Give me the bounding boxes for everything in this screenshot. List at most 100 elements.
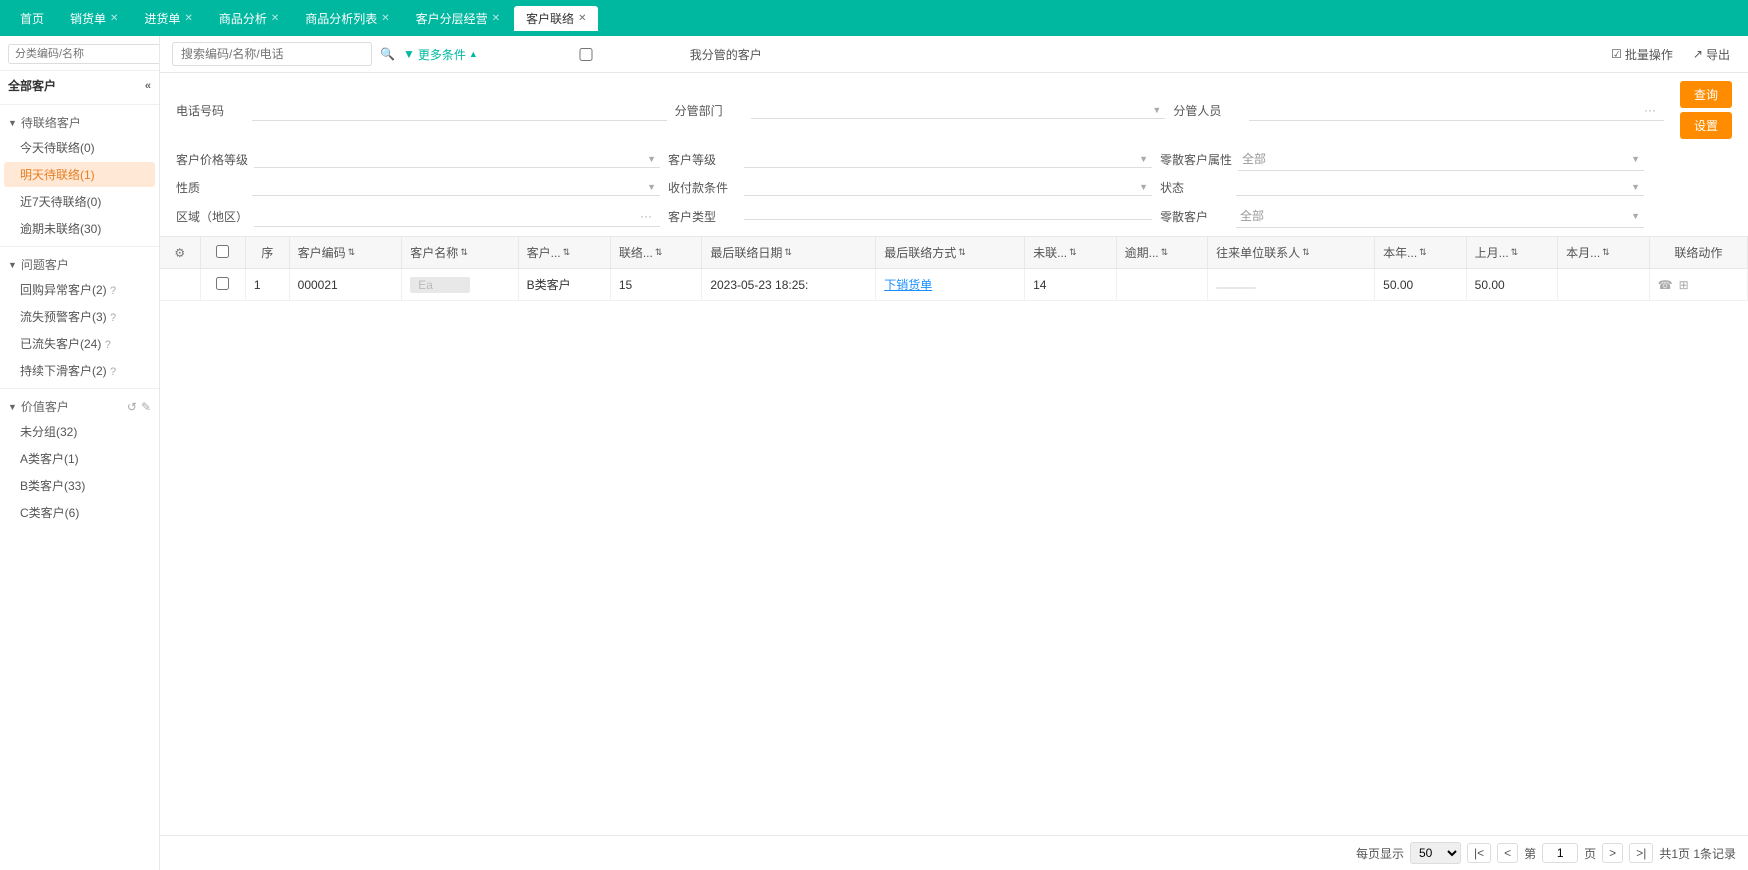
refresh-icon[interactable]: ↺ xyxy=(127,400,137,414)
settings-icon[interactable]: ⚙ xyxy=(174,246,185,260)
edit-icon[interactable]: ✎ xyxy=(141,400,151,414)
td-checkbox[interactable] xyxy=(200,269,245,301)
my-customers-checkbox[interactable]: 我分管的客户 xyxy=(486,46,762,63)
sidebar-group-pending[interactable]: ▼ 待联络客户 xyxy=(0,109,159,134)
dots-btn[interactable]: ··· xyxy=(636,209,656,223)
td-unit-contact xyxy=(1208,269,1375,301)
sidebar-item-overdue[interactable]: 逾期未联络(30) xyxy=(4,216,155,241)
grid-icon[interactable]: ⊞ xyxy=(1679,278,1689,292)
cust-tier-select[interactable]: ▼ xyxy=(744,151,1152,168)
price-tier-select[interactable]: ▼ xyxy=(254,151,660,168)
th-type[interactable]: 客户... ⇅ xyxy=(518,237,610,269)
row-checkbox[interactable] xyxy=(216,277,229,290)
th-name[interactable]: 客户名称 ⇅ xyxy=(402,237,518,269)
table-row: 1 000021 Ea B类客户 15 2023-05-23 18:25: 下销… xyxy=(160,269,1748,301)
my-customers-check[interactable] xyxy=(486,48,686,61)
dept-select[interactable]: ▼ xyxy=(751,102,1166,119)
select-all-checkbox[interactable] xyxy=(216,245,229,258)
scatter-attr-select[interactable]: 全部 ▼ xyxy=(1238,147,1644,171)
th-checkbox[interactable] xyxy=(200,237,245,269)
nav-item-sales[interactable]: 销货单 ✕ xyxy=(58,6,130,31)
bulk-action-btn[interactable]: ☑ 批量操作 xyxy=(1605,43,1679,66)
sidebar-item-classA[interactable]: A类客户(1) xyxy=(4,446,155,471)
sidebar-item-tomorrow[interactable]: 明天待联络(1) xyxy=(4,162,155,187)
sidebar-item-classB[interactable]: B类客户(33) xyxy=(4,473,155,498)
th-num: 序 xyxy=(245,237,289,269)
sidebar-search-input[interactable] xyxy=(8,44,160,64)
nav-item-analysis-table[interactable]: 商品分析列表 ✕ xyxy=(293,6,401,31)
th-this-month[interactable]: 本月... ⇅ xyxy=(1558,237,1650,269)
query-btn[interactable]: 查询 xyxy=(1680,81,1732,108)
bulk-action-label: 批量操作 xyxy=(1625,46,1673,63)
td-action: ☎ ⊞ xyxy=(1649,269,1747,301)
sidebar-item-ungroup[interactable]: 未分组(32) xyxy=(4,419,155,444)
th-last-method[interactable]: 最后联络方式 ⇅ xyxy=(876,237,1025,269)
close-icon[interactable]: ✕ xyxy=(271,13,279,24)
th-settings[interactable]: ⚙ xyxy=(160,237,200,269)
dots-btn[interactable]: ··· xyxy=(1640,103,1660,117)
cust-type-select[interactable] xyxy=(744,213,1152,220)
collapse-icon[interactable]: « xyxy=(145,80,151,92)
last-page-btn[interactable]: >| xyxy=(1629,843,1653,863)
nav-item-customer-tier[interactable]: 客户分层经营 ✕ xyxy=(404,6,512,31)
th-this-year[interactable]: 本年... ⇅ xyxy=(1375,237,1467,269)
nav-label-customer-contact: 客户联络 xyxy=(526,10,574,27)
sidebar-group-value[interactable]: ▼ 价值客户 ↺ ✎ xyxy=(0,393,159,418)
chevron-down-icon: ▼ xyxy=(1152,105,1161,115)
nature-select[interactable]: ▼ xyxy=(252,179,660,196)
th-code[interactable]: 客户编码 ⇅ xyxy=(289,237,402,269)
sidebar-item-lost[interactable]: 已流失客户(24) ? xyxy=(4,331,155,356)
sidebar-item-loss[interactable]: 流失预警客户(3) ? xyxy=(4,304,155,329)
close-icon[interactable]: ✕ xyxy=(578,13,586,24)
search-btn[interactable]: 🔍 xyxy=(380,47,395,61)
td-name: Ea xyxy=(402,269,518,301)
th-last-date[interactable]: 最后联络日期 ⇅ xyxy=(702,237,876,269)
nav-item-purchase[interactable]: 进货单 ✕ xyxy=(132,6,204,31)
phone-icon[interactable]: ☎ xyxy=(1658,278,1673,292)
th-overdue[interactable]: 逾期... ⇅ xyxy=(1116,237,1208,269)
checkbox-icon: ☑ xyxy=(1611,47,1622,61)
table-area: ⚙ 序 客户编码 ⇅ 客户名称 ⇅ 客户... ⇅ 联络... ⇅ 最后联络日期… xyxy=(160,237,1748,835)
nav-item-home[interactable]: 首页 xyxy=(8,6,56,31)
chevron-down-icon: ▼ xyxy=(8,260,17,270)
per-page-select[interactable]: 50 100 200 xyxy=(1410,842,1461,864)
filter-bar: 🔍 ▼ 更多条件 ▲ 我分管的客户 ☑ 批量操作 ↗ 导出 xyxy=(160,36,1748,73)
sidebar-item-repurchase[interactable]: 回购异常客户(2) ? xyxy=(4,277,155,302)
close-icon[interactable]: ✕ xyxy=(381,13,389,24)
sidebar-group-problem[interactable]: ▼ 问题客户 xyxy=(0,251,159,276)
first-page-btn[interactable]: |< xyxy=(1467,843,1491,863)
th-last-month[interactable]: 上月... ⇅ xyxy=(1466,237,1558,269)
region-label: 区域（地区） xyxy=(176,208,248,225)
nav-item-customer-contact[interactable]: 客户联络 ✕ xyxy=(514,6,598,31)
close-icon[interactable]: ✕ xyxy=(184,13,192,24)
sidebar-item-declining[interactable]: 持续下滑客户(2) ? xyxy=(4,358,155,383)
status-select[interactable]: ▼ xyxy=(1236,179,1644,196)
sidebar-item-week[interactable]: 近7天待联络(0) xyxy=(4,189,155,214)
next-page-btn[interactable]: > xyxy=(1602,843,1623,863)
more-conditions-btn[interactable]: ▼ 更多条件 ▲ xyxy=(403,46,478,63)
scatter-cust-select[interactable]: 全部 ▼ xyxy=(1236,204,1644,228)
cust-type-label: 客户类型 xyxy=(668,208,738,225)
set-btn[interactable]: 设置 xyxy=(1680,112,1732,139)
sidebar-item-classC[interactable]: C类客户(6) xyxy=(4,500,155,525)
nav-item-analysis[interactable]: 商品分析 ✕ xyxy=(207,6,291,31)
td-last-method[interactable]: 下销货单 xyxy=(876,269,1025,301)
search-input[interactable] xyxy=(172,42,372,66)
sidebar-group-label-pending: 待联络客户 xyxy=(21,114,81,131)
pagination: 每页显示 50 100 200 |< < 第 页 > >| 共1页 1条记录 xyxy=(160,835,1748,870)
close-icon[interactable]: ✕ xyxy=(110,13,118,24)
sidebar-group-label-value: 价值客户 xyxy=(21,398,69,415)
payment-select[interactable]: ▼ xyxy=(744,179,1152,196)
sidebar-item-today[interactable]: 今天待联络(0) xyxy=(4,135,155,160)
close-icon[interactable]: ✕ xyxy=(492,13,500,24)
td-type: B类客户 xyxy=(518,269,610,301)
scatter-attr-label: 零散客户属性 xyxy=(1160,151,1232,168)
page-label: 第 xyxy=(1524,845,1536,862)
th-not-contacted[interactable]: 未联... ⇅ xyxy=(1025,237,1117,269)
th-contacts[interactable]: 联络... ⇅ xyxy=(610,237,702,269)
export-btn[interactable]: ↗ 导出 xyxy=(1687,43,1736,66)
prev-page-btn[interactable]: < xyxy=(1497,843,1518,863)
phone-input[interactable] xyxy=(252,100,667,121)
page-input[interactable] xyxy=(1542,843,1578,863)
th-unit-contact[interactable]: 往来单位联系人 ⇅ xyxy=(1208,237,1375,269)
